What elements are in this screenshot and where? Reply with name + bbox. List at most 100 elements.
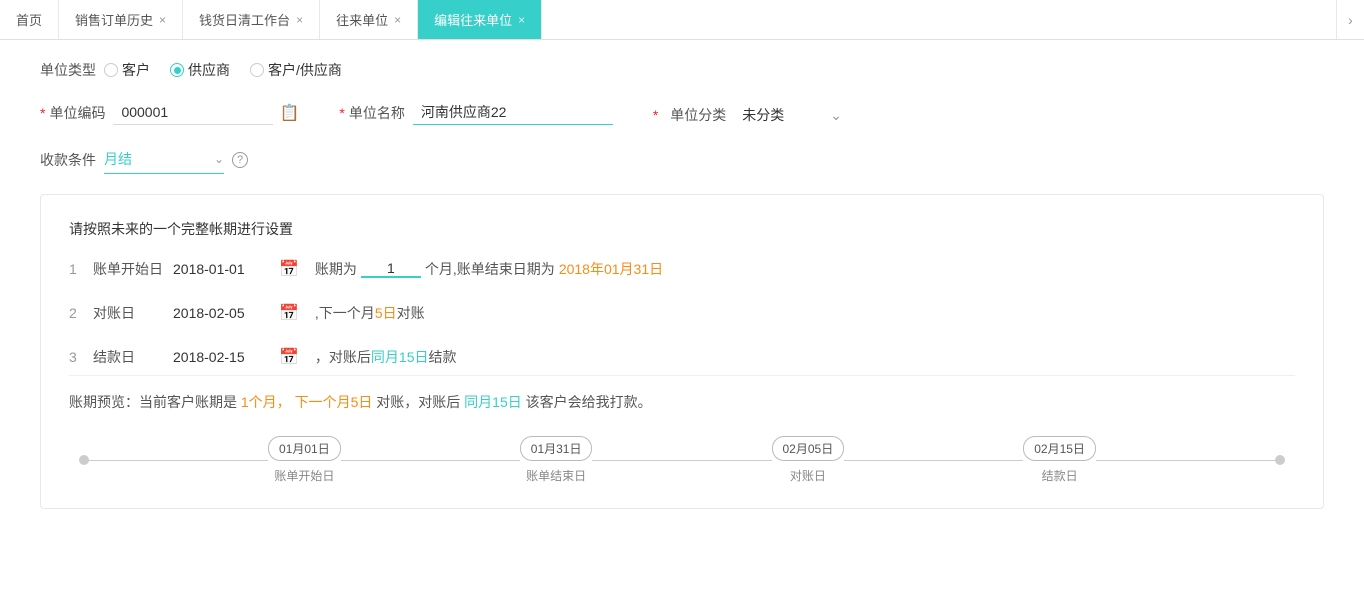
row-2-num: 2 xyxy=(69,305,93,321)
tab-edit-partner-label: 编辑往来单位 xyxy=(434,10,512,29)
timeline-line-1 xyxy=(89,460,268,461)
unit-type-label: 单位类型 xyxy=(40,60,96,80)
unit-code-input[interactable] xyxy=(113,100,273,125)
radio-customer[interactable]: 客户 xyxy=(104,60,150,80)
tab-cash-ledger[interactable]: 钱货日清工作台 × xyxy=(183,0,320,39)
timeline-line-4 xyxy=(844,460,1023,461)
row-2-desc-before: ,下一个月 xyxy=(315,303,375,323)
timeline-left-dot xyxy=(79,455,89,465)
main-content: 单位类型 客户 供应商 客户/供应商 * 单位编码 📋 * 单位名称 xyxy=(0,40,1364,608)
preview-p5: 该客户会给我打款。 xyxy=(526,394,652,410)
unit-code-label: 单位编码 xyxy=(49,103,105,123)
payment-arrow-icon: ⌄ xyxy=(214,152,224,166)
tab-edit-partner-close[interactable]: × xyxy=(518,13,525,27)
timeline-node-2: 01月31日 账单结束日 xyxy=(520,436,593,484)
row-1-desc: 账期为 个月,账单结束日期为 2018年01月31日 xyxy=(315,259,1295,279)
panel-title: 请按照未来的一个完整帐期进行设置 xyxy=(69,219,1295,239)
timeline-line-3 xyxy=(592,460,771,461)
row-2-desc: ,下一个月 5日 对账 xyxy=(315,303,1295,323)
row-1-period-highlight: 2018年01月31日 xyxy=(559,259,663,279)
row-3-cal-icon[interactable]: 📅 xyxy=(279,347,299,367)
radio-supplier-circle xyxy=(170,63,184,77)
unit-classify-dropdown[interactable]: 未分类 ⌄ xyxy=(742,105,842,125)
unit-name-group: * 单位名称 xyxy=(339,100,612,125)
payment-label: 收款条件 xyxy=(40,150,96,170)
radio-both-circle xyxy=(250,63,264,77)
payment-value: 月结 xyxy=(104,149,208,169)
classify-arrow-icon: ⌄ xyxy=(830,107,842,124)
row-1-period-unit: 个月,账单结束日期为 xyxy=(425,259,555,279)
unit-type-row: 单位类型 客户 供应商 客户/供应商 xyxy=(40,60,1324,80)
panel-row-3: 3 结款日 2018-02-15 📅 ，对账后 同月15日 结款 xyxy=(69,347,1295,367)
preview-p3: 对账，对账后 xyxy=(376,394,460,410)
unit-type-radio-group: 客户 供应商 客户/供应商 xyxy=(104,60,342,80)
unit-info-row: * 单位编码 📋 * 单位名称 * 单位分类 未分类 ⌄ xyxy=(40,100,1324,125)
row-3-label: 结款日 xyxy=(93,347,173,367)
payment-dropdown[interactable]: 月结 ⌄ xyxy=(104,145,224,174)
preview-text: 账期预览：当前客户账期是 1个月， 下一个月5日 对账，对账后 同月15日 该客… xyxy=(69,392,1295,412)
unit-classify-value: 未分类 xyxy=(742,105,784,125)
tab-home-label: 首页 xyxy=(16,10,42,29)
unit-classify-group: * 单位分类 未分类 ⌄ xyxy=(653,105,842,125)
tab-edit-partner[interactable]: 编辑往来单位 × xyxy=(418,0,542,39)
row-3-num: 3 xyxy=(69,349,93,365)
radio-both-label: 客户/供应商 xyxy=(268,60,342,80)
timeline-node-2-label: 账单结束日 xyxy=(526,467,586,484)
timeline-node-3-bubble: 02月05日 xyxy=(772,436,845,461)
panel-box: 请按照未来的一个完整帐期进行设置 1 账单开始日 2018-01-01 📅 账期… xyxy=(40,194,1324,509)
preview-p4: 同月15日 xyxy=(464,394,522,410)
panel-row-1: 1 账单开始日 2018-01-01 📅 账期为 个月,账单结束日期为 2018… xyxy=(69,259,1295,279)
unit-code-group: * 单位编码 📋 xyxy=(40,100,299,125)
tab-cash-ledger-close[interactable]: × xyxy=(296,13,303,27)
tab-partner-unit[interactable]: 往来单位 × xyxy=(320,0,418,39)
radio-supplier[interactable]: 供应商 xyxy=(170,60,230,80)
row-1-cal-icon[interactable]: 📅 xyxy=(279,259,299,279)
radio-customer-circle xyxy=(104,63,118,77)
row-2-date: 2018-02-05 xyxy=(173,305,273,321)
row-2-label: 对账日 xyxy=(93,303,173,323)
row-2-cal-icon[interactable]: 📅 xyxy=(279,303,299,323)
row-3-desc-highlight: 同月15日 xyxy=(371,347,429,367)
tab-chevron-icon[interactable]: › xyxy=(1336,0,1364,39)
row-1-period-input[interactable] xyxy=(361,260,421,278)
timeline-line-2 xyxy=(341,460,520,461)
timeline-line-5 xyxy=(1096,460,1275,461)
tab-sales-history-label: 销售订单历史 xyxy=(75,10,153,29)
tab-sales-history-close[interactable]: × xyxy=(159,13,166,27)
timeline-node-4-bubble: 02月15日 xyxy=(1023,436,1096,461)
row-1-date: 2018-01-01 xyxy=(173,261,273,277)
payment-row: 收款条件 月结 ⌄ ? xyxy=(40,145,1324,174)
preview-section: 账期预览：当前客户账期是 1个月， 下一个月5日 对账，对账后 同月15日 该客… xyxy=(69,375,1295,484)
row-3-date: 2018-02-15 xyxy=(173,349,273,365)
timeline-node-4-label: 结款日 xyxy=(1042,467,1078,484)
timeline-node-3-label: 对账日 xyxy=(790,467,826,484)
timeline-right-dot xyxy=(1275,455,1285,465)
tab-partner-unit-label: 往来单位 xyxy=(336,10,388,29)
timeline-node-2-bubble: 01月31日 xyxy=(520,436,593,461)
row-1-period-label: 账期为 xyxy=(315,259,357,279)
row-3-desc: ，对账后 同月15日 结款 xyxy=(315,347,1295,367)
preview-p2: 下一个月5日 xyxy=(295,394,373,410)
unit-name-label: 单位名称 xyxy=(349,103,405,123)
tab-cash-ledger-label: 钱货日清工作台 xyxy=(199,10,290,29)
row-3-desc-before: ，对账后 xyxy=(315,347,371,367)
unit-name-required: * xyxy=(339,105,344,121)
unit-name-input[interactable] xyxy=(413,100,613,125)
row-1-num: 1 xyxy=(69,261,93,277)
unit-classify-required: * xyxy=(653,107,658,123)
radio-both[interactable]: 客户/供应商 xyxy=(250,60,342,80)
preview-p1: 1个月， xyxy=(241,394,291,410)
timeline-container: 01月01日 账单开始日 01月31日 账单结束日 02月05日 对账日 xyxy=(69,436,1295,484)
radio-customer-label: 客户 xyxy=(122,60,150,80)
tab-home[interactable]: 首页 xyxy=(0,0,59,39)
tab-sales-history[interactable]: 销售订单历史 × xyxy=(59,0,183,39)
timeline-node-3: 02月05日 对账日 xyxy=(772,436,845,484)
tab-partner-unit-close[interactable]: × xyxy=(394,13,401,27)
timeline-node-1-label: 账单开始日 xyxy=(274,467,334,484)
row-2-desc-after: 对账 xyxy=(397,303,425,323)
payment-help-icon[interactable]: ? xyxy=(232,152,248,168)
unit-code-copy-icon[interactable]: 📋 xyxy=(279,103,299,123)
unit-classify-label: 单位分类 xyxy=(670,105,726,125)
panel-row-2: 2 对账日 2018-02-05 📅 ,下一个月 5日 对账 xyxy=(69,303,1295,323)
row-2-desc-highlight: 5日 xyxy=(375,303,397,323)
